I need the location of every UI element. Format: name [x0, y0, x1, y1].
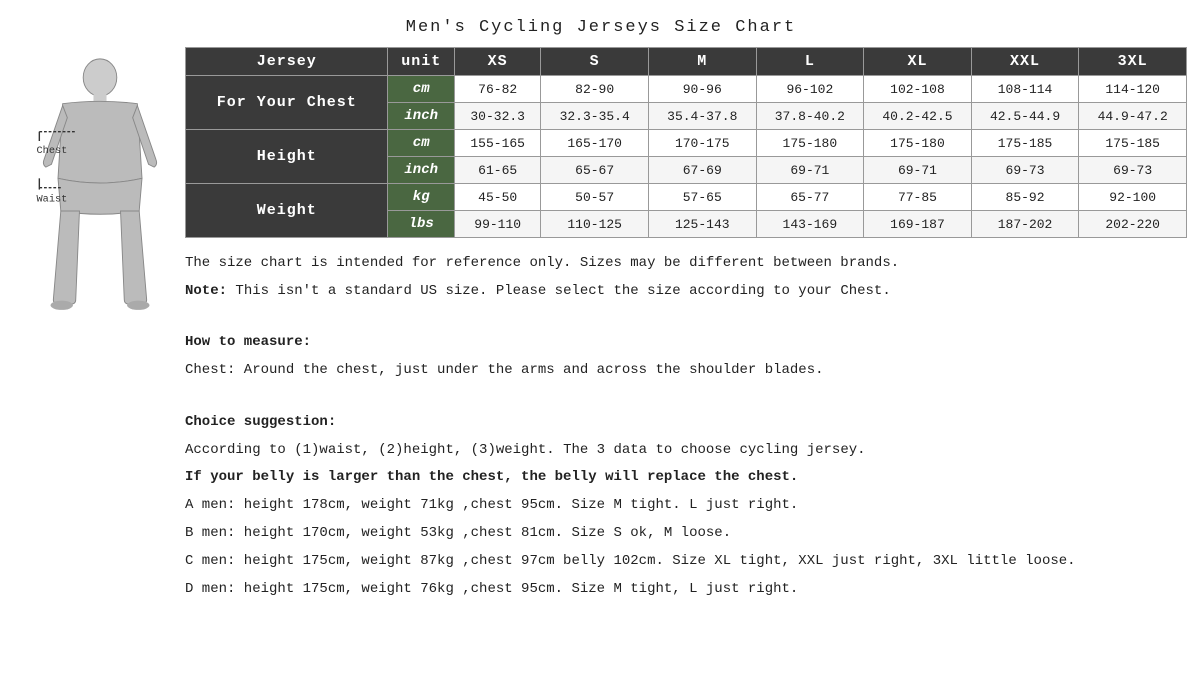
- col-header-unit: unit: [388, 48, 455, 76]
- svg-text:Waist: Waist: [37, 194, 68, 206]
- choice-post: The 3 data to choose cycling jersey.: [555, 442, 866, 458]
- col-header-jersey: Jersey: [186, 48, 388, 76]
- note-label: Note:: [185, 283, 227, 299]
- chest-cm-m: 90-96: [648, 76, 756, 103]
- chest-inch-l: 37.8-40.2: [756, 103, 864, 130]
- chest-inch-xl: 40.2-42.5: [864, 103, 972, 130]
- weight-kg-xl: 77-85: [864, 184, 972, 211]
- chest-inch-xs: 30-32.3: [454, 103, 540, 130]
- weight-lbs-xl: 169-187: [864, 211, 972, 238]
- weight-kg-row: Weight kg 45-50 50-57 57-65 65-77 77-85 …: [186, 184, 1187, 211]
- weight-lbs-xxl: 187-202: [971, 211, 1079, 238]
- choice-line1: According to (1)waist, (2)height, (3)wei…: [185, 439, 1187, 463]
- height-cm-l: 175-180: [756, 130, 864, 157]
- svg-text:Chest: Chest: [37, 145, 68, 157]
- height-inch-xl: 69-71: [864, 157, 972, 184]
- height-cm-xs: 155-165: [454, 130, 540, 157]
- chest-cm-l: 96-102: [756, 76, 864, 103]
- example-d: D men: height 175cm, weight 76kg ,chest …: [185, 578, 1187, 602]
- choice-label: Choice suggestion:: [185, 411, 1187, 435]
- weight-lbs-l: 143-169: [756, 211, 864, 238]
- height-unit-cm: cm: [388, 130, 455, 157]
- chest-inch-3xl: 44.9-47.2: [1079, 103, 1187, 130]
- note-line2: Note: This isn't a standard US size. Ple…: [185, 280, 1187, 304]
- weight-lbs-m: 125-143: [648, 211, 756, 238]
- notes-section: The size chart is intended for reference…: [185, 252, 1187, 601]
- how-to-label: How to measure:: [185, 331, 1187, 355]
- height-inch-xs: 61-65: [454, 157, 540, 184]
- height-inch-l: 69-71: [756, 157, 864, 184]
- chest-unit-inch: inch: [388, 103, 455, 130]
- weight-unit-kg: kg: [388, 184, 455, 211]
- example-b: B men: height 170cm, weight 53kg ,chest …: [185, 522, 1187, 546]
- chest-unit-cm: cm: [388, 76, 455, 103]
- body-figure: Chest Waist: [30, 57, 170, 337]
- weight-lbs-s: 110-125: [541, 211, 649, 238]
- col-header-s: S: [541, 48, 649, 76]
- chest-inch-m: 35.4-37.8: [648, 103, 756, 130]
- weight-kg-xxl: 85-92: [971, 184, 1079, 211]
- height-inch-3xl: 69-73: [1079, 157, 1187, 184]
- chest-measure-text: Chest: Around the chest, just under the …: [185, 359, 1187, 383]
- chest-cm-row: For Your Chest cm 76-82 82-90 90-96 96-1…: [186, 76, 1187, 103]
- chest-category: For Your Chest: [186, 76, 388, 130]
- height-cm-row: Height cm 155-165 165-170 170-175 175-18…: [186, 130, 1187, 157]
- page-title: Men's Cycling Jerseys Size Chart: [15, 10, 1187, 47]
- chest-inch-xxl: 42.5-44.9: [971, 103, 1079, 130]
- table-header-row: Jersey unit XS S M L XL XXL 3XL: [186, 48, 1187, 76]
- choice-line2: If your belly is larger than the chest, …: [185, 466, 1187, 490]
- size-chart-table: Jersey unit XS S M L XL XXL 3XL For Your…: [185, 47, 1187, 238]
- height-cm-3xl: 175-185: [1079, 130, 1187, 157]
- note-line1: The size chart is intended for reference…: [185, 252, 1187, 276]
- chest-cm-xxl: 108-114: [971, 76, 1079, 103]
- height-category: Height: [186, 130, 388, 184]
- weight-unit-lbs: lbs: [388, 211, 455, 238]
- weight-lbs-3xl: 202-220: [1079, 211, 1187, 238]
- height-unit-inch: inch: [388, 157, 455, 184]
- height-cm-s: 165-170: [541, 130, 649, 157]
- col-header-xxl: XXL: [971, 48, 1079, 76]
- size-table-container: Jersey unit XS S M L XL XXL 3XL For Your…: [185, 47, 1187, 605]
- col-header-l: L: [756, 48, 864, 76]
- example-a: A men: height 178cm, weight 71kg ,chest …: [185, 494, 1187, 518]
- figure-column: Chest Waist: [15, 47, 185, 337]
- note-text: This isn't a standard US size. Please se…: [227, 283, 891, 299]
- weight-kg-m: 57-65: [648, 184, 756, 211]
- chest-cm-s: 82-90: [541, 76, 649, 103]
- weight-kg-s: 50-57: [541, 184, 649, 211]
- height-cm-xl: 175-180: [864, 130, 972, 157]
- height-inch-xxl: 69-73: [971, 157, 1079, 184]
- col-header-xs: XS: [454, 48, 540, 76]
- height-inch-m: 67-69: [648, 157, 756, 184]
- weight-kg-xs: 45-50: [454, 184, 540, 211]
- weight-lbs-xs: 99-110: [454, 211, 540, 238]
- height-cm-xxl: 175-185: [971, 130, 1079, 157]
- chest-inch-s: 32.3-35.4: [541, 103, 649, 130]
- height-inch-s: 65-67: [541, 157, 649, 184]
- chest-cm-3xl: 114-120: [1079, 76, 1187, 103]
- height-cm-m: 170-175: [648, 130, 756, 157]
- col-header-3xl: 3XL: [1079, 48, 1187, 76]
- weight-category: Weight: [186, 184, 388, 238]
- chest-cm-xs: 76-82: [454, 76, 540, 103]
- col-header-m: M: [648, 48, 756, 76]
- weight-kg-3xl: 92-100: [1079, 184, 1187, 211]
- choice-pre: According to (1)waist, (2)height, (3)wei…: [185, 442, 555, 458]
- col-header-xl: XL: [864, 48, 972, 76]
- chest-cm-xl: 102-108: [864, 76, 972, 103]
- weight-kg-l: 65-77: [756, 184, 864, 211]
- example-c: C men: height 175cm, weight 87kg ,chest …: [185, 550, 1187, 574]
